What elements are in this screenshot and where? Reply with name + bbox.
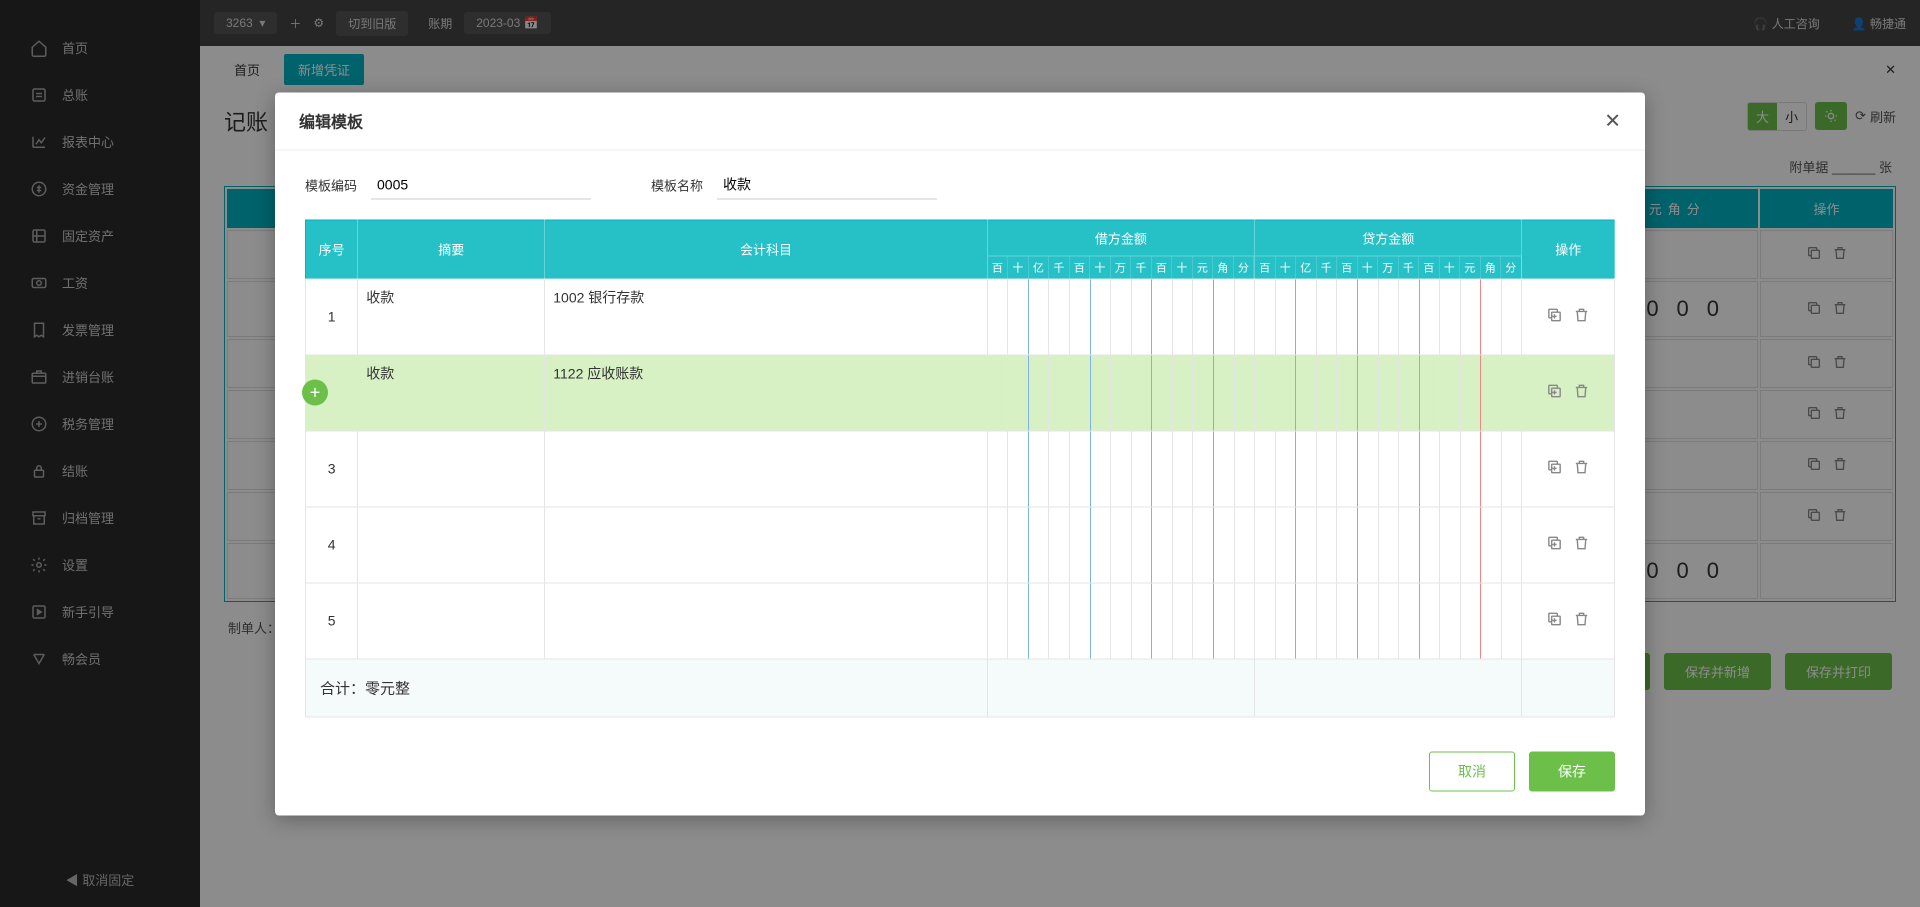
table-row[interactable]: +收款1122 应收账款 — [306, 355, 1615, 431]
row-index: + — [306, 355, 358, 431]
credit-cell[interactable] — [1255, 507, 1522, 583]
table-row[interactable]: 5 — [306, 583, 1615, 659]
row-ops — [1522, 279, 1615, 355]
units-row-credit: 百十亿千百十万千百十元角分 — [1255, 256, 1521, 278]
summary-cell[interactable]: 收款 — [358, 355, 545, 431]
summary-header: 摘要 — [358, 220, 545, 279]
debit-cell[interactable] — [987, 355, 1254, 431]
credit-cell[interactable] — [1255, 431, 1522, 507]
credit-header: 贷方金额 — [1255, 220, 1521, 256]
row-ops — [1522, 507, 1615, 583]
template-name-label: 模板名称 — [651, 175, 703, 194]
copy-row-icon[interactable] — [1546, 535, 1563, 555]
debit-cell[interactable] — [987, 279, 1254, 355]
delete-row-icon[interactable] — [1573, 459, 1590, 479]
debit-cell[interactable] — [987, 431, 1254, 507]
add-row-icon[interactable]: + — [302, 380, 328, 406]
row-index: 4 — [306, 507, 358, 583]
row-index: 5 — [306, 583, 358, 659]
template-code-input[interactable] — [371, 170, 591, 199]
close-icon[interactable]: ✕ — [1604, 108, 1621, 133]
credit-cell[interactable] — [1255, 355, 1522, 431]
modal-footer: 取消 保存 — [275, 737, 1645, 815]
delete-row-icon[interactable] — [1573, 535, 1590, 555]
subject-cell[interactable]: 1002 银行存款 — [545, 279, 987, 355]
edit-template-modal: 编辑模板 ✕ 模板编码 模板名称 序号 摘要 会计科目 借方金额百十亿千百十万千… — [275, 92, 1645, 815]
credit-cell[interactable] — [1255, 279, 1522, 355]
copy-row-icon[interactable] — [1546, 307, 1563, 327]
subject-cell[interactable]: 1122 应收账款 — [545, 355, 987, 431]
template-table: 序号 摘要 会计科目 借方金额百十亿千百十万千百十元角分 贷方金额百十亿千百十万… — [305, 219, 1615, 717]
delete-row-icon[interactable] — [1573, 611, 1590, 631]
template-name-input[interactable] — [717, 170, 937, 199]
summary-cell[interactable]: 收款 — [358, 279, 545, 355]
delete-row-icon[interactable] — [1573, 383, 1590, 403]
table-row[interactable]: 3 — [306, 431, 1615, 507]
subject-cell[interactable] — [545, 507, 987, 583]
debit-cell[interactable] — [987, 583, 1254, 659]
credit-cell[interactable] — [1255, 583, 1522, 659]
subject-cell[interactable] — [545, 583, 987, 659]
save-button[interactable]: 保存 — [1529, 751, 1615, 791]
cancel-button[interactable]: 取消 — [1429, 751, 1515, 791]
row-index: 1 — [306, 279, 358, 355]
ops-header: 操作 — [1522, 220, 1615, 279]
idx-header: 序号 — [306, 220, 358, 279]
copy-row-icon[interactable] — [1546, 383, 1563, 403]
subject-cell[interactable] — [545, 431, 987, 507]
total-cell: 合计：零元整 — [306, 659, 988, 717]
copy-row-icon[interactable] — [1546, 611, 1563, 631]
copy-row-icon[interactable] — [1546, 459, 1563, 479]
row-ops — [1522, 355, 1615, 431]
delete-row-icon[interactable] — [1573, 307, 1590, 327]
summary-cell[interactable] — [358, 583, 545, 659]
summary-cell[interactable] — [358, 507, 545, 583]
debit-header: 借方金额 — [988, 220, 1254, 256]
template-form: 模板编码 模板名称 — [305, 170, 1615, 199]
row-ops — [1522, 431, 1615, 507]
units-row-debit: 百十亿千百十万千百十元角分 — [988, 256, 1254, 278]
summary-cell[interactable] — [358, 431, 545, 507]
debit-cell[interactable] — [987, 507, 1254, 583]
modal-title: 编辑模板 — [299, 109, 363, 133]
table-row[interactable]: 1收款1002 银行存款 — [306, 279, 1615, 355]
template-code-label: 模板编码 — [305, 175, 357, 194]
row-ops — [1522, 583, 1615, 659]
subject-header: 会计科目 — [545, 220, 987, 279]
row-index: 3 — [306, 431, 358, 507]
table-row[interactable]: 4 — [306, 507, 1615, 583]
